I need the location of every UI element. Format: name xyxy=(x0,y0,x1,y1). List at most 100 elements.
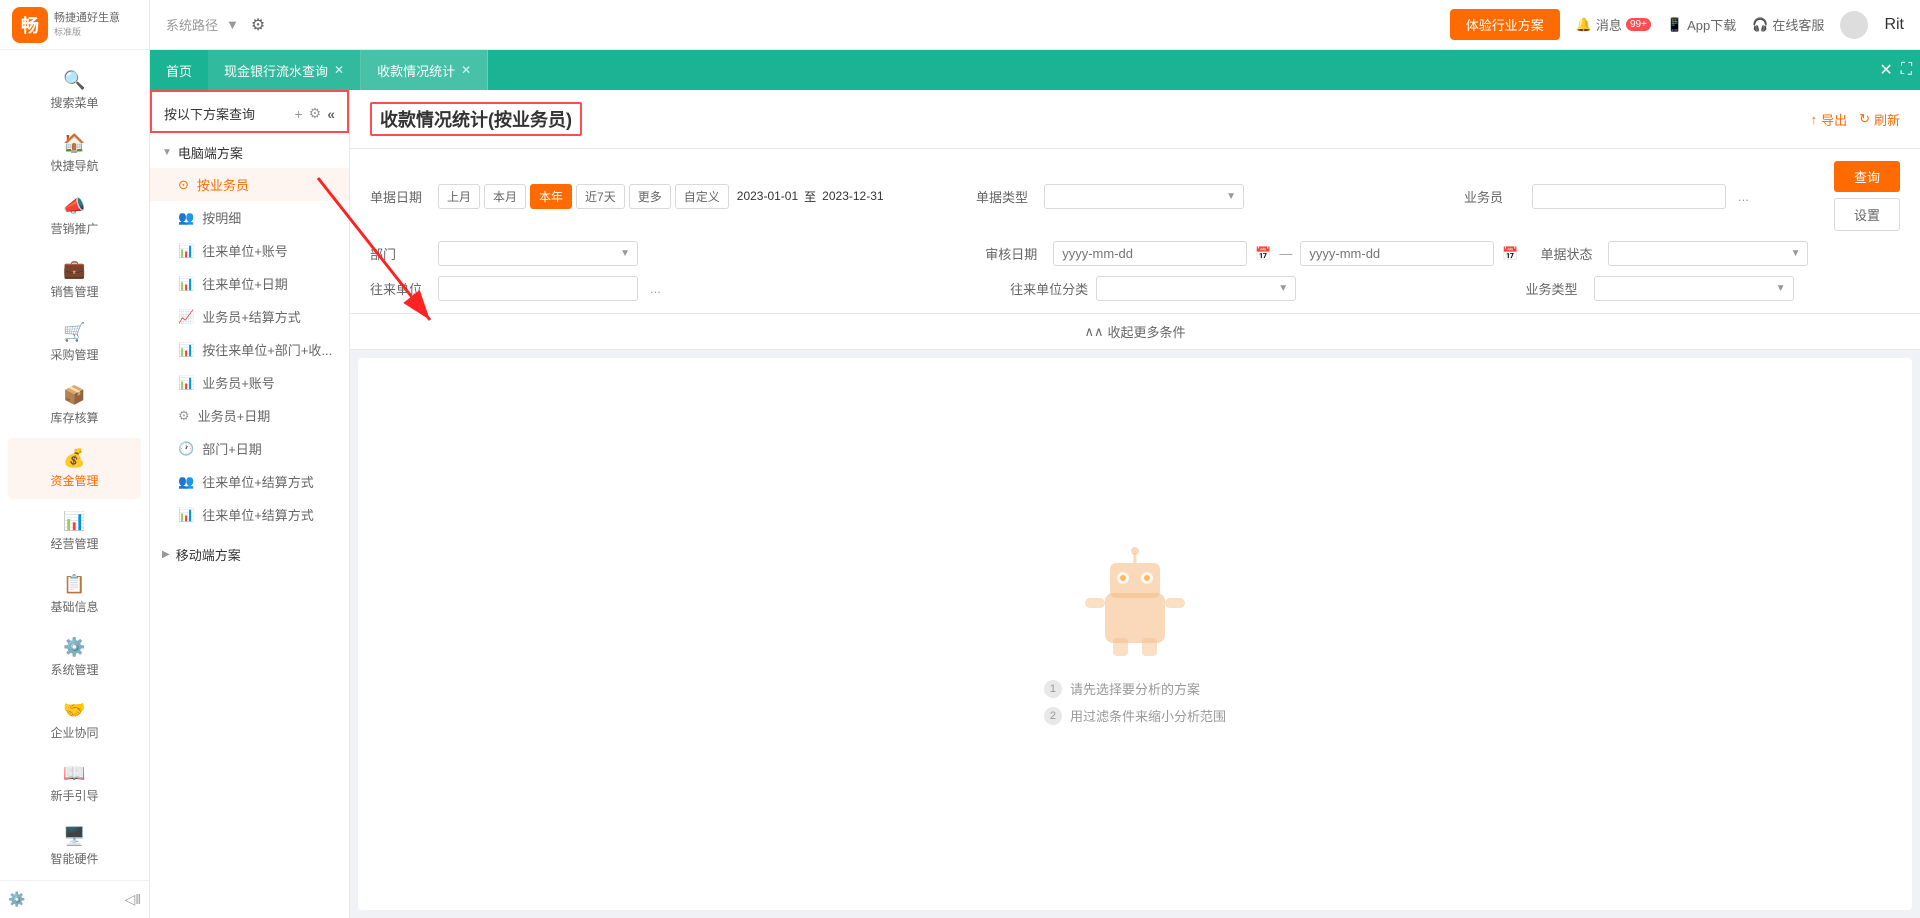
collapse-bar[interactable]: ∧∧ 收起更多条件 xyxy=(350,314,1920,350)
add-schema-button[interactable]: + xyxy=(294,106,302,122)
business-type-select[interactable] xyxy=(1594,276,1794,301)
sidebar-item-operations[interactable]: 📊 经营管理 xyxy=(8,501,141,562)
sidebar-item-basic[interactable]: 📋 基础信息 xyxy=(8,564,141,625)
counterparty-more-btn[interactable]: ... xyxy=(650,281,661,296)
collapse-sidebar-icon[interactable]: ◁‖ xyxy=(124,891,141,908)
home-tab-label: 首页 xyxy=(166,61,192,80)
sidebar-item-finance[interactable]: 💰 资金管理 xyxy=(8,438,141,499)
refresh-button[interactable]: ↻ 刷新 xyxy=(1859,110,1900,129)
department-select[interactable] xyxy=(438,241,638,266)
more-date-btn[interactable]: 更多 xyxy=(629,184,671,209)
schema-item-counterparty-settlement2[interactable]: 📊 往来单位+结算方式 xyxy=(150,498,349,531)
date-to: 2023-12-31 xyxy=(822,189,883,203)
counterparty-input[interactable] xyxy=(438,276,638,301)
export-label: 导出 xyxy=(1821,110,1847,129)
tab-bar: 首页 现金银行流水查询 ✕ 收款情况统计 ✕ ✕ ⛶ xyxy=(150,50,1920,90)
schema-item-dept-date[interactable]: 🕐 部门+日期 xyxy=(150,432,349,465)
schema-item-by-salesperson[interactable]: ⊙ 按业务员 xyxy=(150,168,349,201)
schema-settings-button[interactable]: ⚙ xyxy=(309,105,322,122)
mobile-group-icon: ▶ xyxy=(162,549,170,560)
schema-item-salesperson-settlement[interactable]: 📈 业务员+结算方式 xyxy=(150,300,349,333)
avatar[interactable] xyxy=(1840,11,1868,39)
document-type-select[interactable] xyxy=(1044,184,1244,209)
sidebar-item-inventory[interactable]: 📦 库存核算 xyxy=(8,375,141,436)
last-month-btn[interactable]: 上月 xyxy=(438,184,480,209)
this-year-btn[interactable]: 本年 xyxy=(530,184,572,209)
tab-collection-stats[interactable]: 收款情况统计 ✕ xyxy=(361,50,488,90)
desktop-group-header[interactable]: ▼ 电脑端方案 xyxy=(150,137,349,168)
collection-stats-tab-close[interactable]: ✕ xyxy=(461,63,471,77)
document-status-select[interactable] xyxy=(1608,241,1808,266)
close-tab-btn[interactable]: ✕ xyxy=(1879,60,1892,80)
mobile-group-header[interactable]: ▶ 移动端方案 xyxy=(150,539,349,570)
right-content: 收款情况统计(按业务员) ↑ 导出 ↻ 刷新 xyxy=(350,90,1920,918)
counterparty-category-select[interactable] xyxy=(1096,276,1296,301)
online-service-label: 在线客服 xyxy=(1772,15,1824,34)
query-button[interactable]: 查询 xyxy=(1834,161,1900,192)
messages-button[interactable]: 🔔 消息 99+ xyxy=(1576,15,1651,34)
content-area: 按以下方案查询 + ⚙ « ▼ 电脑端方案 ⊙ 按业务员 xyxy=(150,90,1920,918)
page-header: 收款情况统计(按业务员) ↑ 导出 ↻ 刷新 xyxy=(350,90,1920,149)
calendar-from-icon[interactable]: 📅 xyxy=(1255,246,1271,262)
salesperson-date-icon: ⚙ xyxy=(178,408,190,424)
sidebar-item-system[interactable]: ⚙️ 系统管理 xyxy=(8,627,141,688)
empty-hint-2: 2 用过滤条件来缩小分析范围 xyxy=(1044,706,1226,725)
desktop-schema-group: ▼ 电脑端方案 ⊙ 按业务员 👥 按明细 📊 往来单位+账号 xyxy=(150,133,349,535)
trial-button[interactable]: 体验行业方案 xyxy=(1450,9,1560,40)
filter-settings-button[interactable]: 设置 xyxy=(1834,198,1900,231)
sidebar-item-enterprise[interactable]: 🤝 企业协同 xyxy=(8,690,141,751)
salesperson-more-btn[interactable]: ... xyxy=(1738,189,1749,204)
business-type-label: 业务类型 xyxy=(1526,279,1586,298)
left-panel-header: 按以下方案查询 + ⚙ « xyxy=(150,90,349,133)
settings-topbar-icon[interactable]: ⚙ xyxy=(251,15,265,35)
inventory-icon: 📦 xyxy=(63,385,85,406)
sidebar-item-quick-nav[interactable]: 🏠 快捷导航 xyxy=(8,123,141,184)
sidebar-item-search[interactable]: 🔍 搜索菜单 xyxy=(8,60,141,121)
refresh-icon: ↻ xyxy=(1859,111,1870,127)
this-month-btn[interactable]: 本月 xyxy=(484,184,526,209)
review-date-to[interactable] xyxy=(1300,241,1494,266)
maximize-tab-btn[interactable]: ⛶ xyxy=(1901,61,1912,79)
last-7days-btn[interactable]: 近7天 xyxy=(576,184,625,209)
schema-item-salesperson-date[interactable]: ⚙ 业务员+日期 xyxy=(150,399,349,432)
schema-item-counterparty-dept[interactable]: 📊 按往来单位+部门+收... xyxy=(150,333,349,366)
schema-item-counterparty-date[interactable]: 📊 往来单位+日期 xyxy=(150,267,349,300)
operations-icon: 📊 xyxy=(63,511,85,532)
mobile-group-label: 移动端方案 xyxy=(176,545,241,564)
finance-icon: 💰 xyxy=(63,448,85,469)
counterparty-settlement2-icon: 📊 xyxy=(178,507,194,523)
salesperson-schema-icon: ⊙ xyxy=(178,177,189,193)
sidebar-item-guide[interactable]: 📖 新手引导 xyxy=(8,753,141,814)
filter-row-2: 部门 审核日期 📅 — xyxy=(370,241,1900,266)
page-title: 收款情况统计(按业务员) xyxy=(370,102,582,136)
online-service-button[interactable]: 🎧 在线客服 xyxy=(1752,15,1824,34)
collapse-panel-button[interactable]: « xyxy=(327,106,335,122)
settings-footer-icon[interactable]: ⚙️ xyxy=(8,891,25,908)
tab-home[interactable]: 首页 xyxy=(150,50,208,90)
sidebar-item-hardware[interactable]: 🖥️ 智能硬件 xyxy=(8,816,141,877)
app-download-button[interactable]: 📱 App下载 xyxy=(1667,15,1736,34)
sidebar-item-purchase[interactable]: 🛒 采购管理 xyxy=(8,312,141,373)
tab-bank-flow[interactable]: 现金银行流水查询 ✕ xyxy=(208,50,361,90)
group-expand-icon: ▼ xyxy=(162,147,172,158)
schema-item-detail[interactable]: 👥 按明细 xyxy=(150,201,349,234)
calendar-to-icon[interactable]: 📅 xyxy=(1502,246,1518,262)
mobile-schema-group: ▶ 移动端方案 xyxy=(150,535,349,574)
schema-item-counterparty-settlement1[interactable]: 👥 往来单位+结算方式 xyxy=(150,465,349,498)
breadcrumb-dropdown-icon[interactable]: ▼ xyxy=(226,17,239,32)
bank-flow-tab-close[interactable]: ✕ xyxy=(334,63,344,77)
system-icon: ⚙️ xyxy=(63,637,85,658)
top-bar: 系统路径 ▼ ⚙ 体验行业方案 🔔 消息 99+ 📱 App下载 🎧 xyxy=(150,0,1920,50)
export-button[interactable]: ↑ 导出 xyxy=(1811,110,1848,129)
custom-date-btn[interactable]: 自定义 xyxy=(675,184,729,209)
schema-item-salesperson-account[interactable]: 📊 业务员+账号 xyxy=(150,366,349,399)
review-date-from[interactable] xyxy=(1053,241,1247,266)
schema-item-counterparty-account[interactable]: 📊 往来单位+账号 xyxy=(150,234,349,267)
sales-icon: 💼 xyxy=(63,259,85,280)
left-panel-title: 按以下方案查询 xyxy=(164,104,255,123)
user-name[interactable]: Rit xyxy=(1884,16,1904,34)
breadcrumb-text: 系统路径 xyxy=(166,15,218,34)
sidebar-item-sales[interactable]: 💼 销售管理 xyxy=(8,249,141,310)
salesperson-input[interactable] xyxy=(1532,184,1726,209)
sidebar-item-marketing[interactable]: 📣 营销推广 xyxy=(8,186,141,247)
